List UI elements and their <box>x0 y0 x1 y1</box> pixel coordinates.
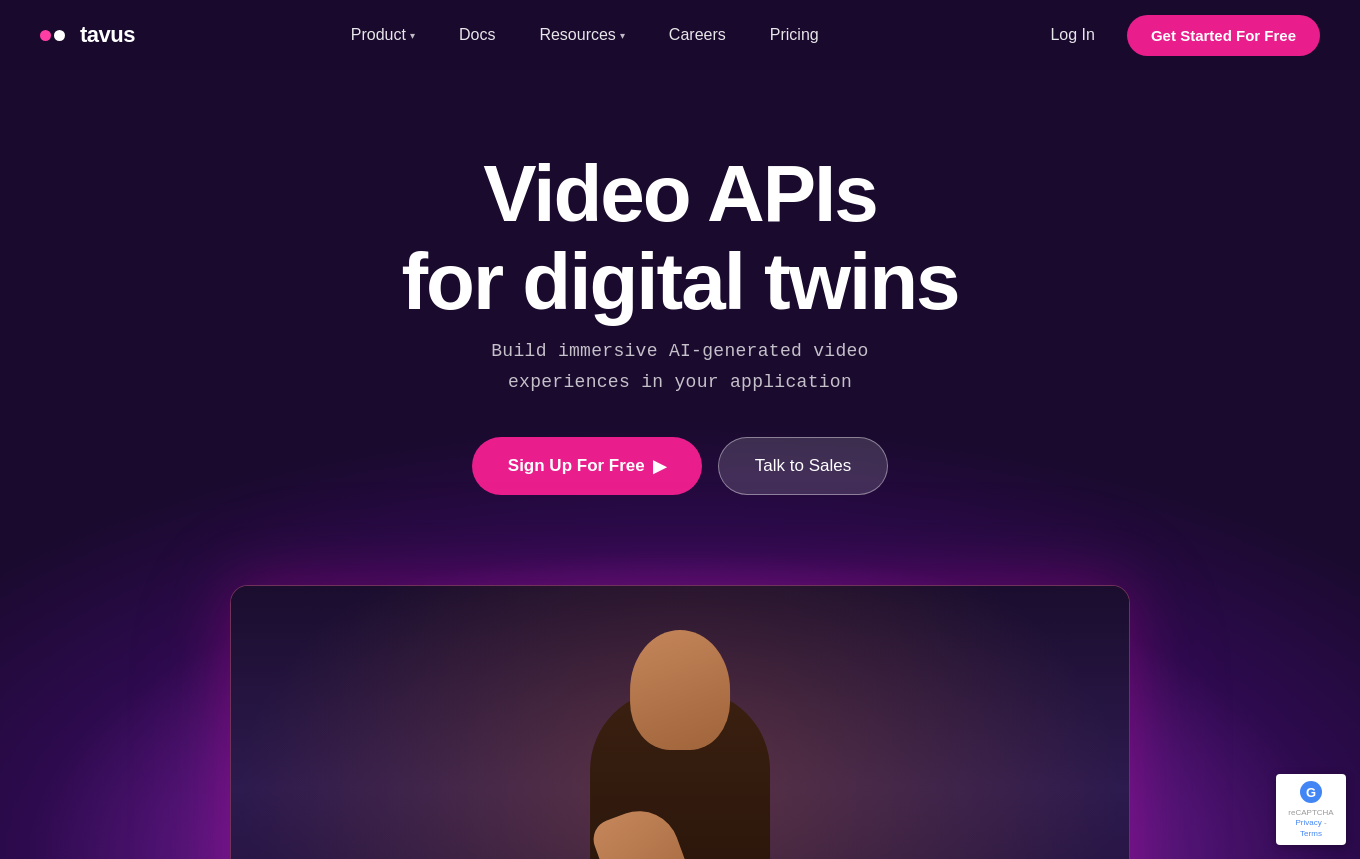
product-chevron-icon: ▾ <box>410 30 415 41</box>
nav-docs[interactable]: Docs <box>441 18 513 52</box>
recaptcha-badge: G reCAPTCHA Privacy - Terms <box>1276 774 1346 845</box>
nav-links: Product ▾ Docs Resources ▾ Careers <box>333 18 837 52</box>
logo-text: tavus <box>80 22 135 48</box>
navbar: tavus Product ▾ Docs Resources ▾ <box>0 0 1360 70</box>
nav-right: Log In Get Started For Free <box>1034 15 1320 56</box>
svg-text:G: G <box>1306 785 1316 800</box>
talk-sales-button[interactable]: Talk to Sales <box>718 437 888 495</box>
logo-link[interactable]: tavus <box>40 22 135 48</box>
nav-product[interactable]: Product ▾ <box>333 18 433 52</box>
resources-chevron-icon: ▾ <box>620 30 625 41</box>
video-section: Try talking to Carter <box>210 585 1150 859</box>
nav-careers[interactable]: Careers <box>651 18 744 52</box>
logo-icon <box>40 24 72 46</box>
hero-title: Video APIs for digital twins <box>20 150 1340 326</box>
login-button[interactable]: Log In <box>1034 18 1110 52</box>
hero-subtitle: Build immersive AI-generated video exper… <box>20 336 1340 397</box>
video-card: Try talking to Carter <box>230 585 1130 859</box>
logo-dot-pink <box>40 30 51 41</box>
person-head <box>630 630 730 750</box>
play-icon: ▶ <box>653 456 666 477</box>
hero-section: Video APIs for digital twins Build immer… <box>0 70 1360 585</box>
logo-dot-white <box>54 30 65 41</box>
video-scene <box>231 586 1129 859</box>
recaptcha-text: reCAPTCHA Privacy - Terms <box>1284 808 1338 839</box>
hero-actions: Sign Up For Free ▶ Talk to Sales <box>20 437 1340 495</box>
person-shape <box>433 611 927 859</box>
get-started-button[interactable]: Get Started For Free <box>1127 15 1320 56</box>
nav-resources[interactable]: Resources ▾ <box>521 18 642 52</box>
recaptcha-logo: G <box>1299 780 1323 808</box>
signup-button[interactable]: Sign Up For Free ▶ <box>472 437 702 495</box>
nav-pricing[interactable]: Pricing <box>752 18 837 52</box>
